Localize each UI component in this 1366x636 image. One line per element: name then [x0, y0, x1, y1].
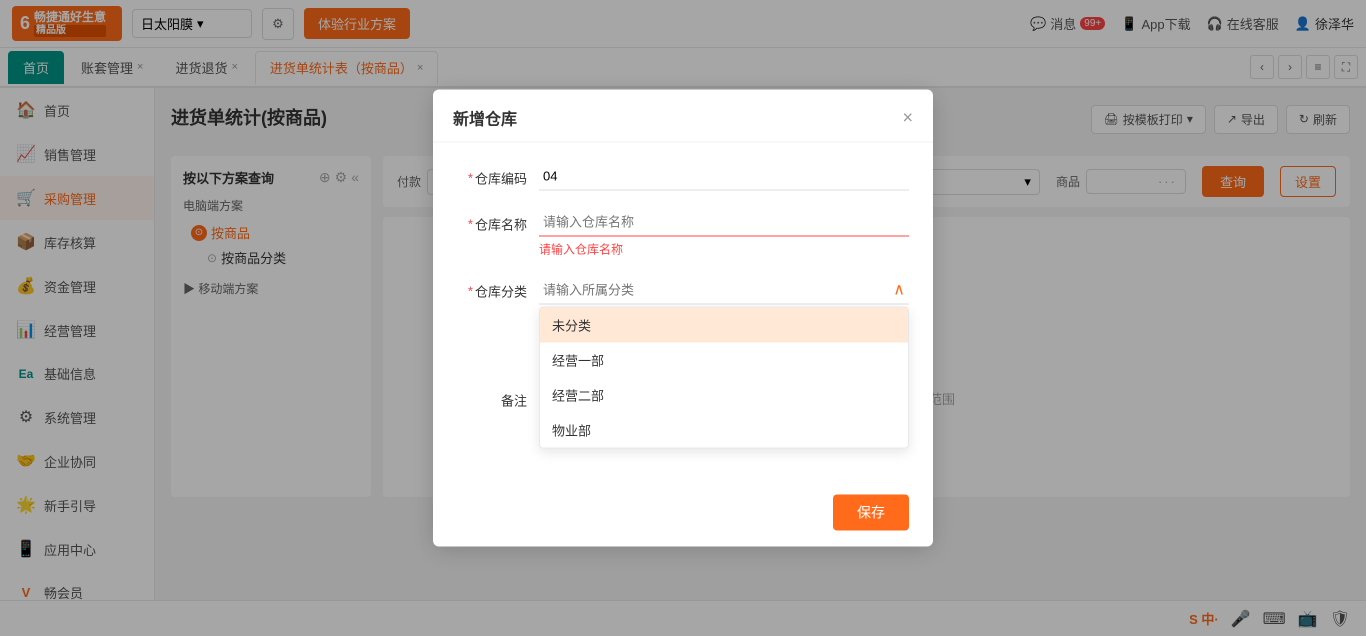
save-button[interactable]: 保存 [833, 495, 909, 531]
category-arrow-icon[interactable]: ∧ [893, 280, 905, 300]
dialog-close-button[interactable]: × [902, 107, 913, 128]
add-warehouse-dialog: 新增仓库 × * 仓库编码 * 仓库名称 请输入仓库名称 [433, 90, 933, 547]
remark-label-text: 备注 [501, 391, 527, 410]
dialog-footer: 保存 [433, 483, 933, 547]
warehouse-code-field [539, 163, 909, 191]
warehouse-category-field: ∧ 未分类 经营一部 经营二部 物业部 [539, 276, 909, 305]
category-input[interactable] [543, 282, 893, 297]
form-row-name: * 仓库名称 请输入仓库名称 [457, 209, 909, 258]
required-star-3: * [468, 284, 473, 299]
warehouse-code-input[interactable] [539, 163, 909, 191]
dropdown-item-property[interactable]: 物业部 [540, 413, 908, 448]
dropdown-item-uncategorized[interactable]: 未分类 [540, 308, 908, 343]
form-row-category: * 仓库分类 ∧ 未分类 经营一部 经营二部 物业部 [457, 276, 909, 305]
warehouse-name-error: 请输入仓库名称 [539, 241, 909, 258]
warehouse-code-label-text: 仓库编码 [475, 169, 527, 188]
warehouse-name-input[interactable] [539, 209, 909, 237]
category-select-row[interactable]: ∧ [539, 276, 909, 305]
warehouse-code-label: * 仓库编码 [457, 163, 527, 188]
dropdown-item-operations-2[interactable]: 经营二部 [540, 378, 908, 413]
dialog-header: 新增仓库 × [433, 90, 933, 143]
remark-label: 备注 [457, 385, 527, 410]
warehouse-category-label: * 仓库分类 [457, 276, 527, 301]
dialog-body: * 仓库编码 * 仓库名称 请输入仓库名称 * 仓库分类 [433, 143, 933, 483]
dialog-title: 新增仓库 [453, 106, 517, 130]
form-row-code: * 仓库编码 [457, 163, 909, 191]
required-star-2: * [468, 217, 473, 232]
warehouse-name-field: 请输入仓库名称 [539, 209, 909, 258]
category-dropdown: 未分类 经营一部 经营二部 物业部 [539, 307, 909, 449]
dropdown-item-operations-1[interactable]: 经营一部 [540, 343, 908, 378]
warehouse-name-label: * 仓库名称 [457, 209, 527, 234]
required-star-1: * [468, 171, 473, 186]
warehouse-name-label-text: 仓库名称 [475, 215, 527, 234]
warehouse-category-label-text: 仓库分类 [475, 282, 527, 301]
